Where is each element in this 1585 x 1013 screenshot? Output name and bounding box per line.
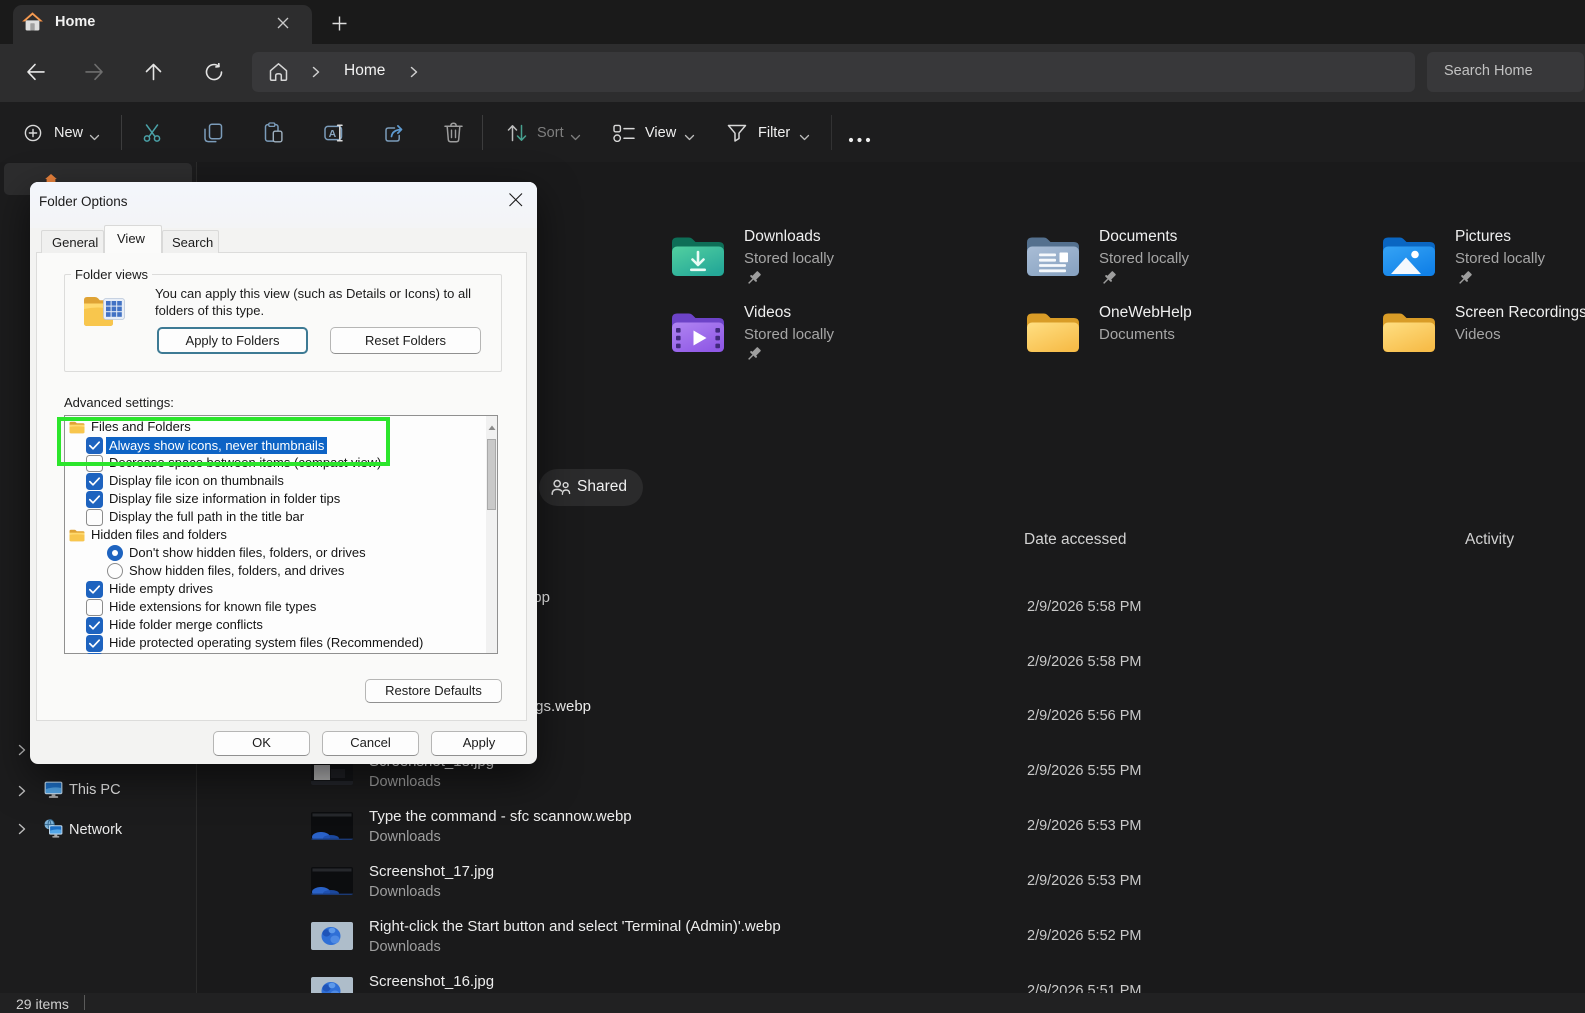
svg-text:A: A (329, 128, 337, 140)
